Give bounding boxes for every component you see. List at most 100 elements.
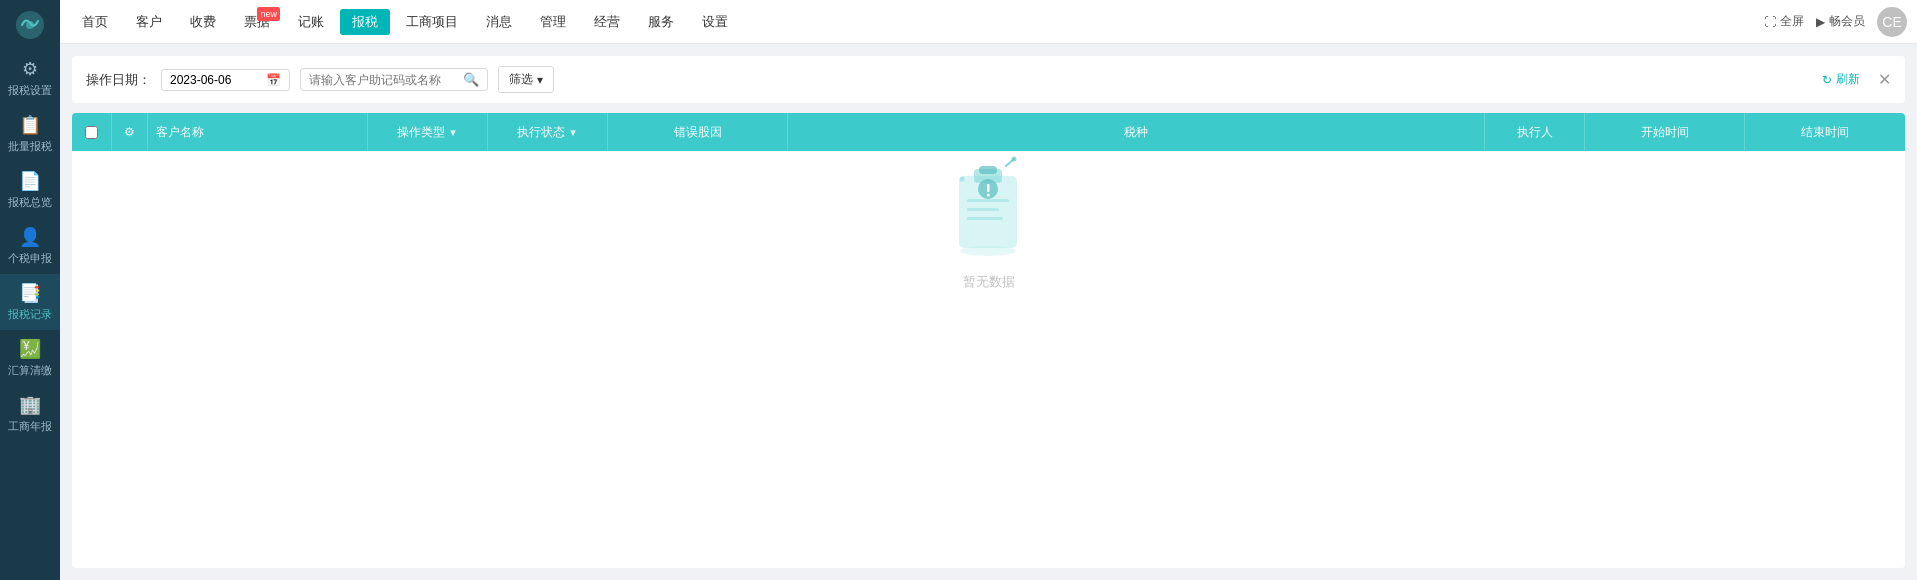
empty-text: 暂无数据 (963, 273, 1015, 291)
fullscreen-label: 全屏 (1780, 13, 1804, 30)
th-error-reason: 错误股因 (608, 113, 788, 151)
th-gear[interactable]: ⚙ (112, 113, 148, 151)
svg-point-14 (960, 246, 1016, 256)
nav-label-baoshui: 报税 (352, 14, 378, 29)
search-box: 🔍 (300, 68, 488, 91)
nav-label-shoufei: 收费 (190, 14, 216, 29)
gear-icon: ⚙ (124, 125, 135, 139)
data-table: ⚙ 客户名称 操作类型 ▼ 执行状态 ▼ 错误股因 税种 (72, 113, 1905, 568)
fullscreen-button[interactable]: ⛶ 全屏 (1764, 13, 1804, 30)
search-input[interactable] (309, 73, 459, 87)
svg-rect-6 (967, 208, 999, 211)
th-tax-type-label: 税种 (1124, 124, 1148, 141)
video-icon: ▶ (1816, 15, 1825, 29)
svg-rect-7 (967, 217, 1003, 220)
avatar-text: CE (1882, 14, 1901, 30)
sidebar-icon-baoshui-jilu: 📑 (19, 282, 41, 304)
sidebar-label-gongshang-nianbao: 工商年报 (8, 419, 52, 434)
filter-label-text: 筛选 (509, 71, 533, 88)
empty-illustration (944, 151, 1034, 261)
nav-item-jingying[interactable]: 经营 (582, 9, 632, 35)
nav-label-shezhi: 设置 (702, 14, 728, 29)
date-field[interactable] (170, 73, 260, 87)
nav-item-fuwu[interactable]: 服务 (636, 9, 686, 35)
sidebar-item-baoshui-jilu[interactable]: 📑 报税记录 (0, 274, 60, 330)
th-executor: 执行人 (1485, 113, 1585, 151)
nav-label-jingying: 经营 (594, 14, 620, 29)
svg-point-10 (986, 194, 989, 197)
table-body: 暂无数据 (72, 151, 1905, 568)
th-tax-type: 税种 (788, 113, 1485, 151)
date-input[interactable]: 📅 (161, 69, 290, 91)
th-exec-status-label: 执行状态 (517, 124, 565, 141)
sidebar-icon-geshui-shenbao: 👤 (19, 226, 41, 248)
nav-item-shoufei[interactable]: 收费 (178, 9, 228, 35)
sidebar-item-gongshang-nianbao[interactable]: 🏢 工商年报 (0, 386, 60, 442)
close-button[interactable]: ✕ (1878, 70, 1891, 89)
sidebar-item-geshui-shenbao[interactable]: 👤 个税申报 (0, 218, 60, 274)
nav-item-xiaoxi[interactable]: 消息 (474, 9, 524, 35)
nav-item-shezhi[interactable]: 设置 (690, 9, 740, 35)
topnav-right: ⛶ 全屏 ▶ 畅会员 CE (1764, 7, 1907, 37)
svg-point-11 (959, 177, 964, 182)
sidebar-item-piliang-baoshui[interactable]: 📋批量报税 (0, 106, 60, 162)
sidebar-icon-baoshui-shezhi: ⚙ (22, 58, 38, 80)
calendar-icon: 📅 (266, 73, 281, 87)
sidebar-item-baoshui-shezhi[interactable]: ⚙ 报税设置 (0, 50, 60, 106)
th-exec-status: 执行状态 ▼ (488, 113, 608, 151)
sidebar-label-geshui-shenbao: 个税申报 (8, 251, 52, 266)
op-type-filter-icon[interactable]: ▼ (448, 127, 458, 138)
nav-item-guanli[interactable]: 管理 (528, 9, 578, 35)
member-button[interactable]: ▶ 畅会员 (1816, 13, 1865, 30)
sidebar-label-huisuan-jiaonap: 汇算清缴 (8, 363, 52, 378)
refresh-icon: ↻ (1822, 73, 1832, 87)
th-end-time-label: 结束时间 (1801, 124, 1849, 141)
sidebar: ⚙ 报税设置 📋批量报税📄报税总览 👤 个税申报 📑 报税记录 💹汇算清缴 🏢 工商年报 (0, 0, 60, 580)
th-customer-name: 客户名称 (148, 113, 368, 151)
nav-item-piaoju[interactable]: 票据new (232, 9, 282, 35)
sidebar-item-baoshui-zonglam[interactable]: 📄报税总览 (0, 162, 60, 218)
nav-item-gongshang-xiangmu[interactable]: 工商项目 (394, 9, 470, 35)
nav-item-baoshui[interactable]: 报税 (340, 9, 390, 35)
search-icon[interactable]: 🔍 (463, 72, 479, 87)
filter-bar: 操作日期： 📅 🔍 筛选 ▾ ↻ 刷新 ✕ (72, 56, 1905, 103)
nav-label-jizhang: 记账 (298, 14, 324, 29)
th-op-type-label: 操作类型 (397, 124, 445, 141)
empty-state: 暂无数据 (72, 151, 1905, 291)
main-content: 首页 客户 收费 票据new 记账 报税 工商项目 消息 管理 经营 服务 设置 ⛶ 全屏 ▶ 畅会员… (60, 0, 1917, 580)
th-start-time-label: 开始时间 (1641, 124, 1689, 141)
sidebar-label-baoshui-jilu: 报税记录 (8, 307, 52, 322)
th-executor-label: 执行人 (1517, 124, 1553, 141)
sidebar-icon-baoshui-zonglam: 📄 (19, 170, 41, 192)
svg-rect-4 (979, 166, 997, 174)
svg-rect-5 (967, 199, 1009, 202)
member-label: 畅会员 (1829, 13, 1865, 30)
sidebar-item-huisuan-jiaonap[interactable]: 💹汇算清缴 (0, 330, 60, 386)
top-navigation: 首页 客户 收费 票据new 记账 报税 工商项目 消息 管理 经营 服务 设置 ⛶ 全屏 ▶ 畅会员… (60, 0, 1917, 44)
svg-point-1 (26, 21, 34, 29)
table-header: ⚙ 客户名称 操作类型 ▼ 执行状态 ▼ 错误股因 税种 (72, 113, 1905, 151)
sidebar-label-baoshui-shezhi: 报税设置 (8, 83, 52, 98)
sidebar-icon-gongshang-nianbao: 🏢 (19, 394, 41, 416)
nav-item-shouye[interactable]: 首页 (70, 9, 120, 35)
fullscreen-icon: ⛶ (1764, 15, 1776, 29)
exec-status-filter-icon[interactable]: ▼ (568, 127, 578, 138)
avatar[interactable]: CE (1877, 7, 1907, 37)
sidebar-icon-piliang-baoshui: 📋 (19, 114, 41, 136)
svg-point-13 (1011, 157, 1016, 162)
nav-label-shouye: 首页 (82, 14, 108, 29)
nav-label-fuwu: 服务 (648, 14, 674, 29)
th-start-time: 开始时间 (1585, 113, 1745, 151)
nav-item-kehu[interactable]: 客户 (124, 9, 174, 35)
th-customer-name-label: 客户名称 (156, 124, 204, 141)
th-checkbox (72, 113, 112, 151)
badge-piaoju: new (257, 7, 280, 21)
filter-button[interactable]: 筛选 ▾ (498, 66, 554, 93)
svg-rect-9 (987, 184, 990, 192)
nav-label-gongshang-xiangmu: 工商项目 (406, 14, 458, 29)
refresh-button[interactable]: ↻ 刷新 (1822, 71, 1860, 88)
nav-label-xiaoxi: 消息 (486, 14, 512, 29)
logo (0, 0, 60, 50)
nav-item-jizhang[interactable]: 记账 (286, 9, 336, 35)
select-all-checkbox[interactable] (85, 126, 98, 139)
